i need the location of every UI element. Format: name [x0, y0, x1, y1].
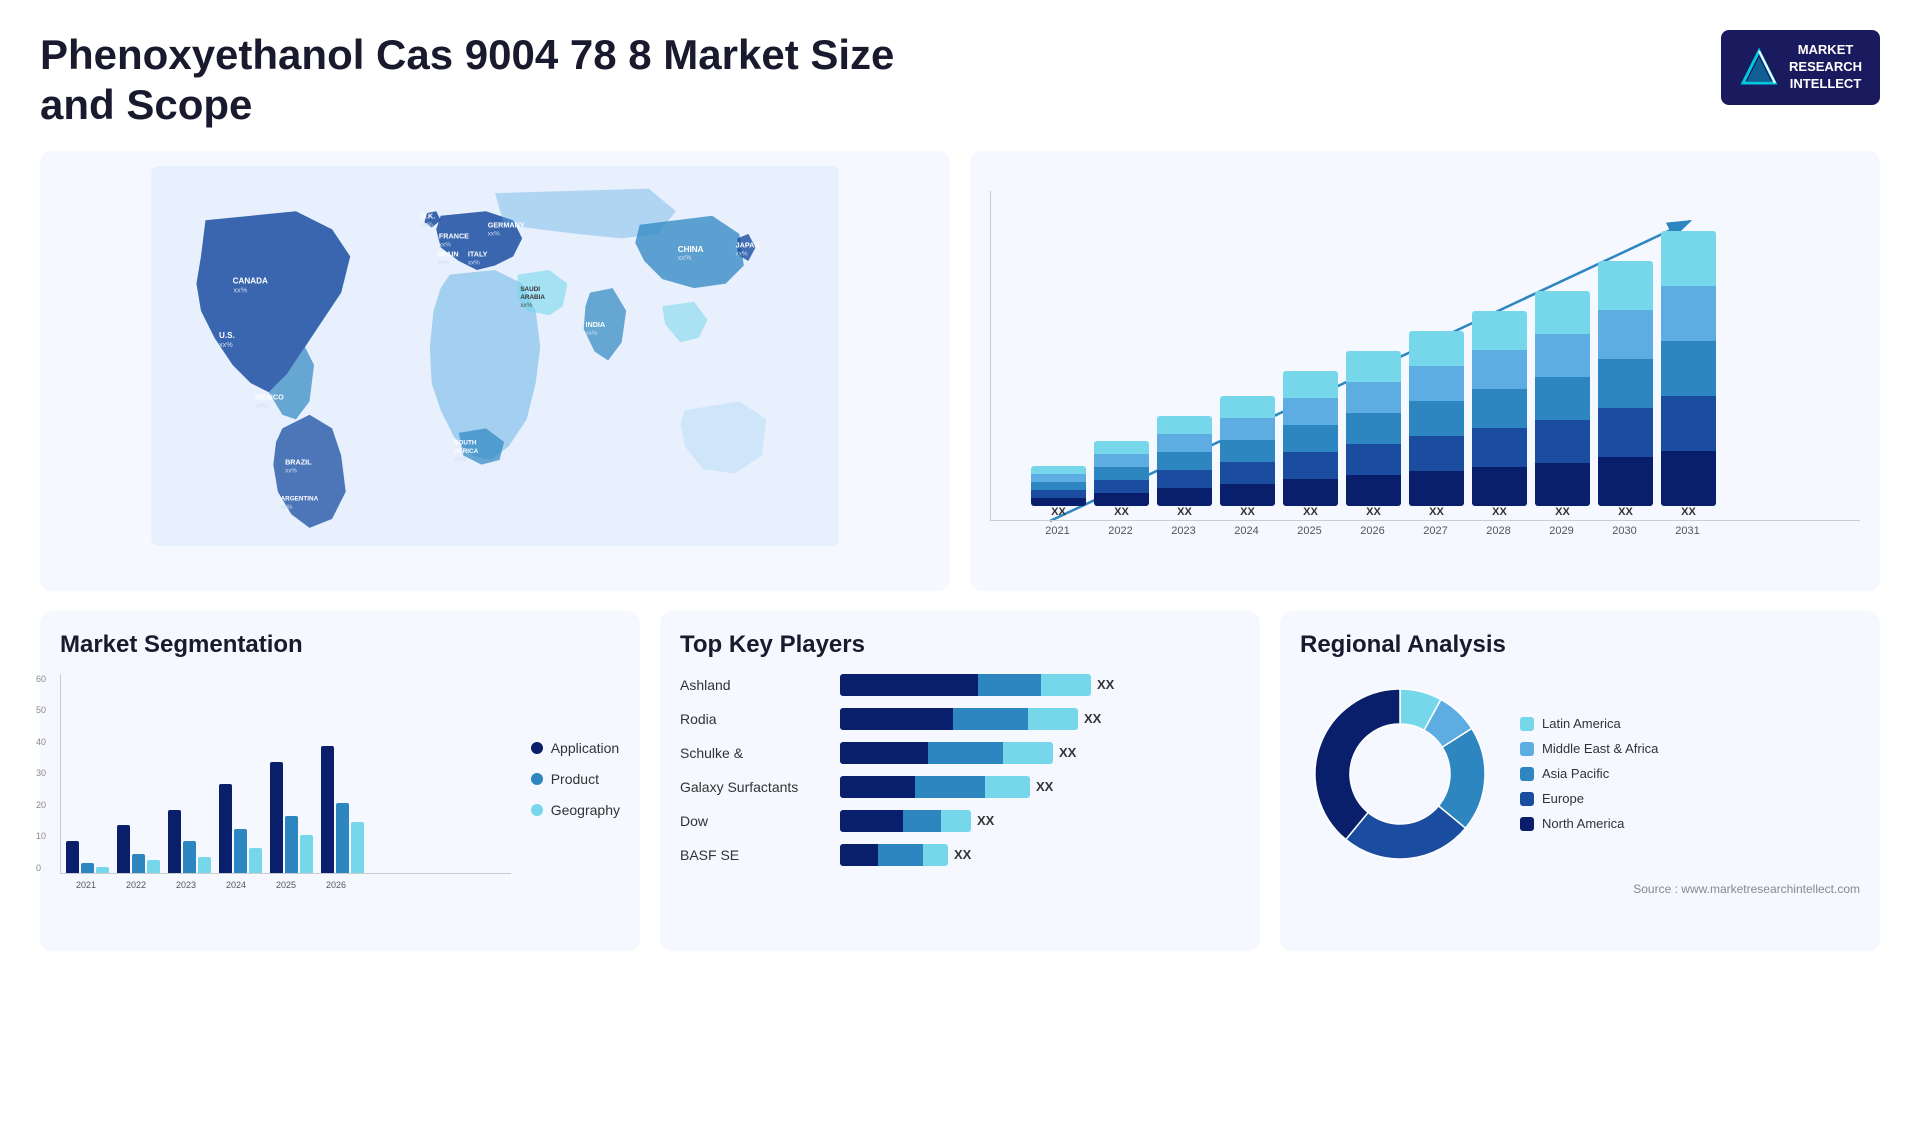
donut-segment-North-America: [1315, 689, 1400, 839]
segmentation-chart: 60 50 40 30 20 10 0 20212022202320242025…: [60, 674, 511, 890]
player-row: BASF SEXX: [680, 844, 1240, 866]
svg-text:JAPAN: JAPAN: [736, 240, 760, 249]
legend-item-application: Application: [531, 740, 620, 756]
dot-middle-east: [1520, 742, 1534, 756]
growth-bar-2021: XX: [1031, 466, 1086, 520]
svg-text:xx%: xx%: [585, 330, 597, 337]
player-row: Schulke &XX: [680, 742, 1240, 764]
regional-section: Regional Analysis Latin America Middle E…: [1280, 611, 1880, 951]
growth-chart-section: XXXXXXXXXXXXXXXXXXXXXX 20212022202320242…: [970, 151, 1880, 591]
legend-europe: Europe: [1520, 791, 1658, 806]
dot-asia-pacific: [1520, 767, 1534, 781]
legend-dot-application: [531, 742, 543, 754]
page-wrapper: Phenoxyethanol Cas 9004 78 8 Market Size…: [0, 0, 1920, 1146]
dot-europe: [1520, 792, 1534, 806]
svg-text:xx%: xx%: [454, 456, 466, 463]
svg-text:ITALY: ITALY: [468, 249, 488, 258]
donut-chart-svg: [1300, 674, 1500, 874]
growth-x-labels: 2021202220232024202520262027202820292030…: [990, 525, 1860, 537]
svg-text:xx%: xx%: [281, 504, 293, 511]
legend-latin-america: Latin America: [1520, 716, 1658, 731]
svg-text:AFRICA: AFRICA: [454, 448, 478, 455]
legend-item-geography: Geography: [531, 802, 620, 818]
svg-text:SPAIN: SPAIN: [437, 249, 459, 258]
player-row: DowXX: [680, 810, 1240, 832]
svg-text:xx%: xx%: [488, 230, 500, 237]
growth-bar-2023: XX: [1157, 416, 1212, 520]
svg-text:xx%: xx%: [234, 285, 248, 294]
growth-chart-area: XXXXXXXXXXXXXXXXXXXXXX 20212022202320242…: [990, 191, 1860, 571]
svg-text:MEXICO: MEXICO: [255, 392, 284, 401]
growth-bar-2031: XX: [1661, 231, 1716, 520]
source-text: Source : www.marketresearchintellect.com: [1300, 882, 1860, 896]
svg-text:xx%: xx%: [255, 402, 267, 409]
segmentation-section: Market Segmentation 60 50 40 30 20 10 0: [40, 611, 640, 951]
segmentation-title: Market Segmentation: [60, 631, 620, 659]
legend-middle-east: Middle East & Africa: [1520, 741, 1658, 756]
svg-text:SAUDI: SAUDI: [520, 286, 540, 293]
svg-text:xx%: xx%: [437, 259, 449, 266]
logo-area: MARKET RESEARCH INTELLECT: [1721, 30, 1880, 105]
dot-latin-america: [1520, 717, 1534, 731]
growth-bar-2022: XX: [1094, 441, 1149, 520]
svg-text:SOUTH: SOUTH: [454, 439, 477, 446]
growth-bars-inner: XXXXXXXXXXXXXXXXXXXXXX: [1031, 201, 1850, 520]
svg-text:xx%: xx%: [520, 302, 532, 309]
world-map-svg: CANADA xx% U.S. xx% MEXICO xx% BRAZIL xx…: [55, 166, 935, 546]
legend-dot-geography: [531, 804, 543, 816]
logo-text: MARKET RESEARCH INTELLECT: [1789, 42, 1862, 93]
svg-text:BRAZIL: BRAZIL: [285, 457, 312, 466]
svg-text:xx%: xx%: [468, 259, 480, 266]
legend-dot-product: [531, 773, 543, 785]
players-chart: AshlandXX RodiaXX Schulke &XX Galaxy Surfac…: [680, 674, 1240, 866]
svg-text:xx%: xx%: [678, 253, 692, 262]
svg-text:xx%: xx%: [285, 467, 297, 474]
growth-bar-2025: XX: [1283, 371, 1338, 520]
svg-text:U.K.: U.K.: [421, 211, 435, 220]
growth-bar-2028: XX: [1472, 311, 1527, 520]
svg-text:xx%: xx%: [439, 241, 451, 248]
logo-icon: [1739, 47, 1779, 87]
key-players-title: Top Key Players: [680, 631, 1240, 659]
svg-text:ARGENTINA: ARGENTINA: [281, 496, 319, 503]
player-row: AshlandXX: [680, 674, 1240, 696]
bottom-grid: Market Segmentation 60 50 40 30 20 10 0: [40, 611, 1880, 951]
regional-title: Regional Analysis: [1300, 631, 1860, 659]
segmentation-legend: Application Product Geography: [531, 674, 620, 890]
growth-bar-2029: XX: [1535, 291, 1590, 520]
map-container: CANADA xx% U.S. xx% MEXICO xx% BRAZIL xx…: [55, 166, 935, 546]
svg-text:xx%: xx%: [421, 221, 433, 228]
svg-text:CANADA: CANADA: [233, 276, 268, 285]
growth-bar-2026: XX: [1346, 351, 1401, 520]
dot-north-america: [1520, 817, 1534, 831]
regional-content: Latin America Middle East & Africa Asia …: [1300, 674, 1860, 874]
svg-text:FRANCE: FRANCE: [439, 231, 469, 240]
header: Phenoxyethanol Cas 9004 78 8 Market Size…: [40, 30, 1880, 131]
seg-bars: [66, 674, 506, 873]
svg-text:U.S.: U.S.: [219, 331, 235, 340]
key-players-section: Top Key Players AshlandXX RodiaXX Schulke …: [660, 611, 1260, 951]
svg-text:INDIA: INDIA: [585, 320, 605, 329]
seg-x-labels: 202120222023202420252026: [60, 876, 511, 890]
svg-text:xx%: xx%: [736, 250, 748, 257]
legend-asia-pacific: Asia Pacific: [1520, 766, 1658, 781]
legend-north-america: North America: [1520, 816, 1658, 831]
growth-bar-2030: XX: [1598, 261, 1653, 520]
legend-item-product: Product: [531, 771, 620, 787]
growth-bar-2027: XX: [1409, 331, 1464, 520]
svg-text:ARABIA: ARABIA: [520, 294, 545, 301]
seg-bars-container: 60 50 40 30 20 10 0: [60, 674, 511, 874]
player-row: Galaxy SurfactantsXX: [680, 776, 1240, 798]
growth-bar-2024: XX: [1220, 396, 1275, 520]
svg-text:GERMANY: GERMANY: [488, 220, 525, 229]
growth-bars-container: XXXXXXXXXXXXXXXXXXXXXX: [990, 191, 1860, 521]
segmentation-content: 60 50 40 30 20 10 0 20212022202320242025…: [60, 674, 620, 890]
regional-legend: Latin America Middle East & Africa Asia …: [1520, 716, 1658, 831]
map-section: CANADA xx% U.S. xx% MEXICO xx% BRAZIL xx…: [40, 151, 950, 591]
logo-box: MARKET RESEARCH INTELLECT: [1721, 30, 1880, 105]
page-title: Phenoxyethanol Cas 9004 78 8 Market Size…: [40, 30, 940, 131]
player-row: RodiaXX: [680, 708, 1240, 730]
svg-text:xx%: xx%: [219, 340, 233, 349]
